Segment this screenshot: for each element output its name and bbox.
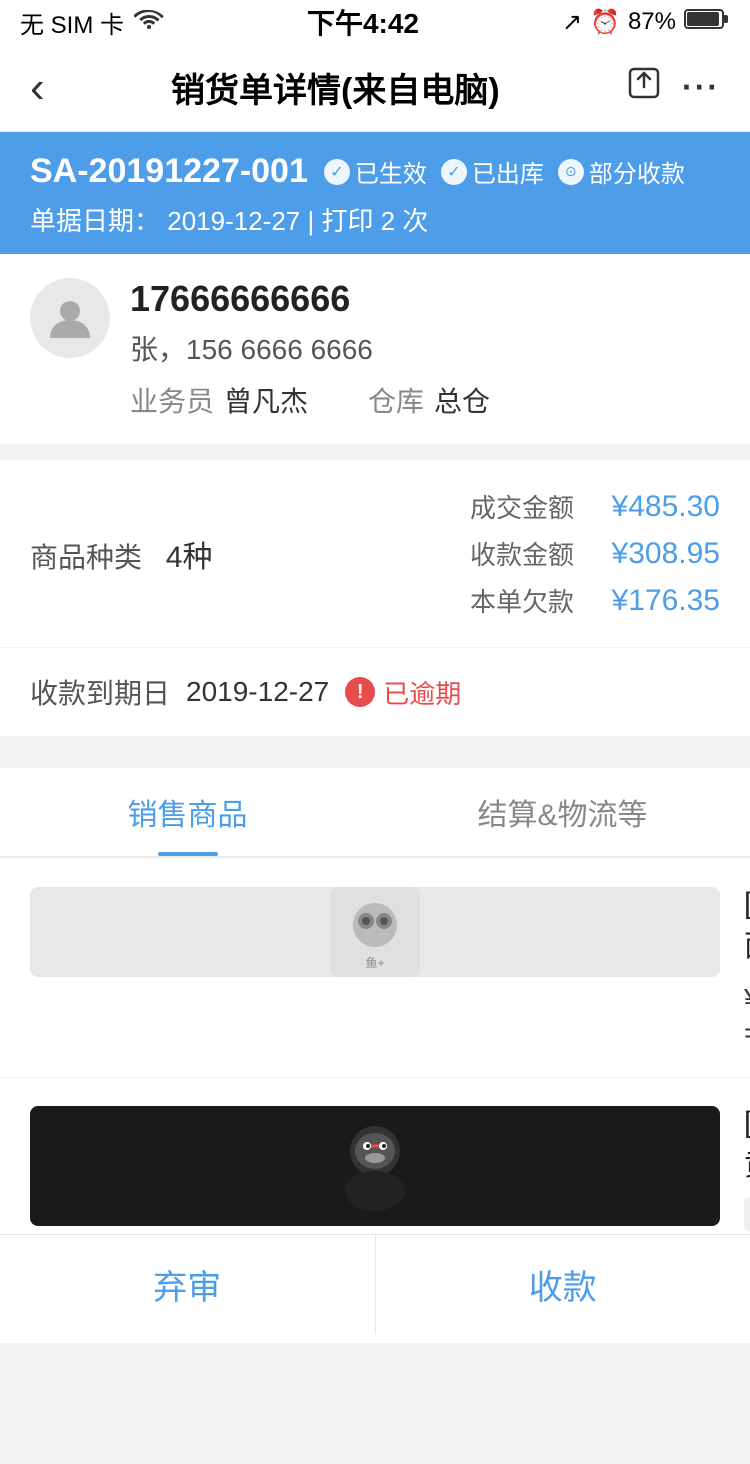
clock-icon: ⊙: [558, 159, 584, 185]
order-date: 2019-12-27: [167, 206, 300, 236]
customer-section: 17666666666 张，156 6666 6666 业务员 曾凡杰 仓库 总…: [0, 254, 750, 444]
customer-name-phone: 张，156 6666 6666: [130, 328, 720, 368]
product-thumbnail-2: [30, 1106, 720, 1226]
page-title: 销货单详情(来自电脑): [171, 63, 500, 112]
nav-right: ···: [626, 65, 720, 110]
badge-effective-text: 已生效: [355, 154, 427, 189]
product-info-1: [0000002]面包 ¥40 x 5 袋 = ¥199.99: [744, 887, 750, 1049]
due-date-section: 收款到期日 2019-12-27 ! 已逾期: [0, 647, 750, 736]
overdue-text: 已逾期: [383, 674, 461, 711]
order-header-banner: SA-20191227-001 ✓ 已生效 ✓ 已出库 ⊙ 部分收款 单据日期：…: [0, 132, 750, 254]
salesperson-value: 曾凡杰: [224, 380, 308, 420]
cancel-label: 弃审: [153, 1260, 221, 1309]
warehouse-label: 仓库: [368, 380, 424, 420]
divider-1: [0, 444, 750, 460]
bottom-bar: 弃审 收款: [0, 1234, 750, 1334]
amount-total-value: ¥485.30: [590, 490, 720, 524]
warehouse-item: 仓库 总仓: [368, 380, 490, 420]
status-bar: 无 SIM 卡 下午4:42 ↗ ⏰ 87%: [0, 0, 750, 44]
badge-partial-text: 部分收款: [589, 154, 685, 189]
battery-text: 87%: [628, 8, 676, 36]
amounts-row: 商品种类 4种 成交金额 ¥485.30 收款金额 ¥308.95 本单欠款 ¥…: [30, 488, 720, 619]
nav-left: ‹: [30, 63, 45, 113]
cancel-button[interactable]: 弃审: [0, 1235, 376, 1334]
badge-shipped-text: 已出库: [472, 154, 544, 189]
due-date-value: 2019-12-27: [186, 676, 329, 708]
equals-1: =: [744, 1017, 750, 1048]
amount-due-label: 本单欠款: [470, 582, 574, 619]
warehouse-value: 总仓: [434, 380, 490, 420]
tab-sales-products-label: 销售商品: [128, 790, 248, 834]
amount-received-line: 收款金额 ¥308.95: [470, 535, 720, 572]
battery-icon: [684, 7, 730, 38]
due-date-label: 收款到期日: [30, 672, 170, 712]
badge-shipped: ✓ 已出库: [441, 154, 544, 189]
status-time: 下午4:42: [307, 2, 419, 42]
product-sku-badge: 534532: [744, 1197, 750, 1231]
order-id: SA-20191227-001: [30, 152, 308, 191]
product-price-1: ¥40 x 5 袋 = ¥199.99: [744, 977, 750, 1049]
location-icon: ↗: [562, 8, 582, 37]
more-icon[interactable]: ···: [682, 69, 720, 106]
check-icon-1: ✓: [324, 159, 350, 185]
order-date-info: 单据日期： 2019-12-27 | 打印 2 次: [30, 201, 720, 238]
nav-bar: ‹ 销货单详情(来自电脑) ···: [0, 44, 750, 132]
tab-settlement[interactable]: 结算&物流等: [375, 768, 750, 856]
product-name-2: [000400001]黄油曲奇: [744, 1106, 750, 1184]
product-thumbnail-1: 鱼+: [30, 887, 720, 977]
tab-underline: [158, 852, 218, 856]
date-label: 单据日期：: [30, 206, 160, 236]
amount-total-line: 成交金额 ¥485.30: [470, 488, 720, 525]
amount-due-value: ¥176.35: [590, 584, 720, 618]
tab-sales-products[interactable]: 销售商品: [0, 768, 375, 856]
wifi-icon: [134, 8, 164, 37]
status-left: 无 SIM 卡: [20, 5, 164, 40]
category-info: 商品种类 4种: [30, 532, 212, 576]
confirm-button[interactable]: 收款: [376, 1235, 750, 1334]
salesperson-item: 业务员 曾凡杰: [130, 380, 308, 420]
carrier-text: 无 SIM 卡: [20, 5, 124, 40]
customer-meta: 业务员 曾凡杰 仓库 总仓: [130, 380, 720, 420]
category-label: 商品种类: [30, 542, 142, 573]
amount-received-label: 收款金额: [470, 535, 574, 572]
amount-due-line: 本单欠款 ¥176.35: [470, 582, 720, 619]
category-count: 4种: [166, 541, 213, 574]
product-name-1: [0000002]面包: [744, 887, 750, 965]
status-badges: ✓ 已生效 ✓ 已出库 ⊙ 部分收款: [324, 154, 685, 189]
list-item: 鱼+ [0000002]面包 ¥40 x 5 袋 = ¥199.99: [0, 859, 750, 1078]
tabs-row: 销售商品 结算&物流等: [0, 768, 750, 856]
amount-total-label: 成交金额: [470, 488, 574, 525]
unit-price-1: ¥40: [744, 983, 750, 1014]
svg-text:鱼+: 鱼+: [365, 956, 384, 970]
print-info: | 打印 2 次: [307, 206, 428, 236]
salesperson-label: 业务员: [130, 380, 214, 420]
customer-id: 17666666666: [130, 278, 720, 320]
amounts-section: 商品种类 4种 成交金额 ¥485.30 收款金额 ¥308.95 本单欠款 ¥…: [0, 460, 750, 647]
amount-received-value: ¥308.95: [590, 537, 720, 571]
confirm-label: 收款: [529, 1260, 597, 1309]
check-icon-2: ✓: [441, 159, 467, 185]
tab-settlement-label: 结算&物流等: [477, 790, 647, 834]
share-icon[interactable]: [626, 65, 662, 110]
back-button[interactable]: ‹: [30, 63, 45, 113]
avatar: [30, 278, 110, 358]
alarm-icon: ⏰: [590, 8, 620, 37]
tabs-section: 销售商品 结算&物流等: [0, 768, 750, 857]
overdue-badge: ! 已逾期: [345, 674, 461, 711]
overdue-icon: !: [345, 677, 375, 707]
bottom-spacer: [0, 1344, 750, 1464]
divider-2: [0, 736, 750, 752]
status-right: ↗ ⏰ 87%: [562, 7, 730, 38]
customer-info: 17666666666 张，156 6666 6666 业务员 曾凡杰 仓库 总…: [130, 278, 720, 420]
badge-partial: ⊙ 部分收款: [558, 154, 685, 189]
badge-effective: ✓ 已生效: [324, 154, 427, 189]
amounts-right: 成交金额 ¥485.30 收款金额 ¥308.95 本单欠款 ¥176.35: [470, 488, 720, 619]
